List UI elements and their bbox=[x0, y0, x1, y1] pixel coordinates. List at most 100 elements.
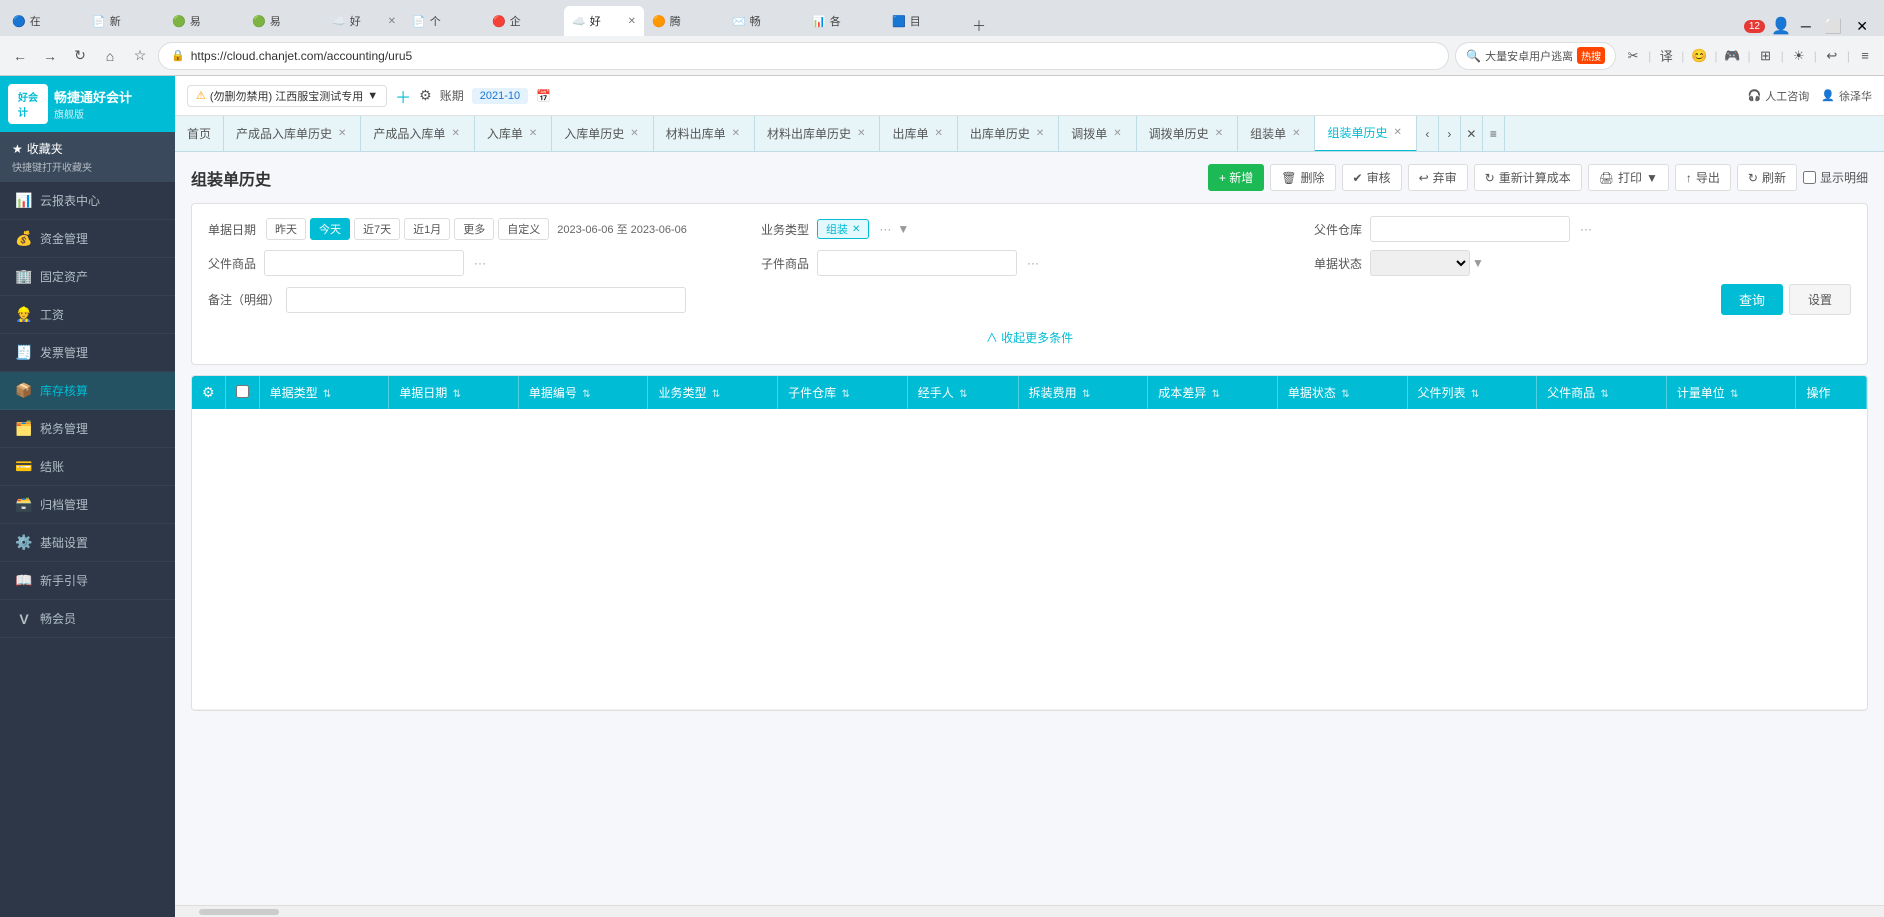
emoji-icon[interactable]: 😊 bbox=[1688, 45, 1710, 67]
biz-type-dropdown-arrow[interactable]: ▼ bbox=[897, 222, 909, 236]
translate-icon[interactable]: 译 bbox=[1655, 45, 1677, 67]
refresh-button[interactable]: ↻ 刷新 bbox=[1737, 164, 1797, 191]
th-disassembly-cost[interactable]: 拆装费用 ⇅ bbox=[1018, 376, 1148, 409]
browser-tab-9[interactable]: 🟠 腾 bbox=[644, 6, 724, 36]
set-button[interactable]: 设置 bbox=[1789, 284, 1851, 315]
grid-icon[interactable]: ⊞ bbox=[1755, 45, 1777, 67]
th-date-sort[interactable]: ⇅ bbox=[453, 389, 461, 400]
tab-outbound[interactable]: 出库单 ✕ bbox=[880, 116, 957, 152]
biz-type-tag-remove[interactable]: ✕ bbox=[852, 224, 860, 235]
select-all-checkbox[interactable] bbox=[236, 385, 249, 398]
undo-icon[interactable]: ↩ bbox=[1821, 45, 1843, 67]
address-bar[interactable]: 🔒 https://cloud.chanjet.com/accounting/u… bbox=[158, 42, 1449, 70]
th-parent-goods-sort[interactable]: ⇅ bbox=[1601, 389, 1609, 400]
bill-status-select[interactable] bbox=[1370, 250, 1470, 276]
tab-outbound-close[interactable]: ✕ bbox=[932, 127, 944, 140]
forward-button[interactable]: → bbox=[38, 44, 62, 68]
note-input[interactable] bbox=[286, 287, 686, 313]
gear-button[interactable]: ⚙ bbox=[202, 384, 215, 401]
query-button[interactable]: 查询 bbox=[1721, 284, 1783, 315]
tab-outbound-history[interactable]: 出库单历史 ✕ bbox=[958, 116, 1059, 152]
tab-assembly-history-close[interactable]: ✕ bbox=[1392, 126, 1404, 139]
parent-goods-dots[interactable]: ··· bbox=[474, 256, 486, 270]
tab-left-arrow[interactable]: ‹ bbox=[1417, 116, 1439, 152]
parent-warehouse-dots[interactable]: ··· bbox=[1580, 222, 1592, 236]
browser-tab-10[interactable]: ✉️ 畅 bbox=[724, 6, 804, 36]
th-unit-sort[interactable]: ⇅ bbox=[1730, 389, 1738, 400]
sidebar-item-guide[interactable]: 📖 新手引导 bbox=[0, 562, 175, 600]
sidebar-item-settings[interactable]: ⚙️ 基础设置 bbox=[0, 524, 175, 562]
export-button[interactable]: ↑ 导出 bbox=[1675, 164, 1731, 191]
th-handler-sort[interactable]: ⇅ bbox=[959, 389, 967, 400]
browser-tab-11[interactable]: 📊 各 bbox=[804, 6, 884, 36]
tab-inbound-close[interactable]: ✕ bbox=[527, 127, 539, 140]
biz-type-dots[interactable]: ··· bbox=[879, 222, 891, 236]
bookmark-button[interactable]: ☆ bbox=[128, 44, 152, 68]
tab5-close-icon[interactable]: ✕ bbox=[388, 16, 396, 27]
recalculate-button[interactable]: ↻ 重新计算成本 bbox=[1474, 164, 1582, 191]
date-btn-1month[interactable]: 近1月 bbox=[404, 218, 450, 240]
th-cost-diff[interactable]: 成本差异 ⇅ bbox=[1148, 376, 1278, 409]
back-button[interactable]: ← bbox=[8, 44, 32, 68]
menu-icon[interactable]: ≡ bbox=[1854, 45, 1876, 67]
th-biz-type-sort[interactable]: ⇅ bbox=[712, 389, 720, 400]
th-child-warehouse[interactable]: 子件仓库 ⇅ bbox=[778, 376, 908, 409]
delete-button[interactable]: 🗑 删除 bbox=[1270, 164, 1335, 191]
sidebar-item-inventory[interactable]: 📦 库存核算 bbox=[0, 372, 175, 410]
th-parent-goods[interactable]: 父件商品 ⇅ bbox=[1537, 376, 1667, 409]
sidebar-item-reports[interactable]: 📊 云报表中心 bbox=[0, 182, 175, 220]
th-parent-list-sort[interactable]: ⇅ bbox=[1471, 389, 1479, 400]
horizontal-scrollbar[interactable] bbox=[175, 905, 1884, 917]
parent-warehouse-input[interactable] bbox=[1370, 216, 1570, 242]
sidebar-favorites[interactable]: ★ 收藏夹 快捷键打开收藏夹 bbox=[0, 132, 175, 182]
th-disassembly-cost-sort[interactable]: ⇅ bbox=[1082, 389, 1090, 400]
sidebar-item-salary[interactable]: 👷 工资 bbox=[0, 296, 175, 334]
sidebar-item-vip[interactable]: V 畅会员 bbox=[0, 600, 175, 638]
browser-tab-6[interactable]: 📄 个 bbox=[404, 6, 484, 36]
th-child-warehouse-sort[interactable]: ⇅ bbox=[841, 389, 849, 400]
th-parent-list[interactable]: 父件列表 ⇅ bbox=[1407, 376, 1537, 409]
tab-inbound-history-close[interactable]: ✕ bbox=[628, 127, 640, 140]
tab8-close-icon[interactable]: ✕ bbox=[628, 16, 636, 27]
th-checkbox[interactable] bbox=[225, 376, 259, 409]
tab-finished-goods-close[interactable]: ✕ bbox=[449, 127, 461, 140]
game-icon[interactable]: 🎮 bbox=[1722, 45, 1744, 67]
tab-menu[interactable]: ≡ bbox=[1483, 116, 1505, 152]
th-gear[interactable]: ⚙ bbox=[192, 376, 225, 409]
th-handler[interactable]: 经手人 ⇅ bbox=[907, 376, 1018, 409]
show-detail-checkbox[interactable]: 显示明细 bbox=[1803, 169, 1868, 186]
tab-transfer-history[interactable]: 调拨单历史 ✕ bbox=[1137, 116, 1238, 152]
tab-material-outbound-history[interactable]: 材料出库单历史 ✕ bbox=[755, 116, 880, 152]
new-tab-button[interactable]: ＋ bbox=[972, 16, 986, 36]
tab-finished-goods[interactable]: 产成品入库单 ✕ bbox=[361, 116, 474, 152]
parent-goods-input[interactable] bbox=[264, 250, 464, 276]
date-btn-today[interactable]: 今天 bbox=[310, 218, 350, 240]
tab-inbound-history[interactable]: 入库单历史 ✕ bbox=[552, 116, 653, 152]
maximize-icon[interactable]: ⬜ bbox=[1821, 18, 1846, 35]
th-number[interactable]: 单据编号 ⇅ bbox=[518, 376, 648, 409]
sidebar-item-archive[interactable]: 🗃️ 归档管理 bbox=[0, 486, 175, 524]
add-button-action[interactable]: + 新增 bbox=[1208, 164, 1264, 191]
tab-outbound-history-close[interactable]: ✕ bbox=[1034, 127, 1046, 140]
audit-button[interactable]: ✔ 审核 bbox=[1342, 164, 1402, 191]
browser-tab-12[interactable]: 🟦 目 bbox=[884, 6, 964, 36]
sidebar-item-invoice[interactable]: 🧾 发票管理 bbox=[0, 334, 175, 372]
th-bill-status-sort[interactable]: ⇅ bbox=[1341, 389, 1349, 400]
date-btn-yesterday[interactable]: 昨天 bbox=[266, 218, 306, 240]
tab-finished-goods-history[interactable]: 产成品入库单历史 ✕ bbox=[224, 116, 361, 152]
close-browser-icon[interactable]: ✕ bbox=[1852, 18, 1872, 35]
print-button[interactable]: 🖨 打印 ▼ bbox=[1588, 164, 1669, 191]
company-selector[interactable]: ⚠ (勿删勿禁用) 江西服宝测试专用 ▼ bbox=[187, 85, 387, 107]
minimize-icon[interactable]: ─ bbox=[1797, 18, 1815, 34]
home-button[interactable]: ⌂ bbox=[98, 44, 122, 68]
browser-tab-7[interactable]: 🔴 企 bbox=[484, 6, 564, 36]
browser-tab-5[interactable]: ☁️ 好 ✕ bbox=[324, 6, 404, 36]
th-bill-status[interactable]: 单据状态 ⇅ bbox=[1277, 376, 1407, 409]
browser-tab-3[interactable]: 🟢 易 bbox=[164, 6, 244, 36]
th-date[interactable]: 单据日期 ⇅ bbox=[389, 376, 519, 409]
profile-icon[interactable]: 👤 bbox=[1771, 16, 1791, 36]
th-biz-type[interactable]: 业务类型 ⇅ bbox=[648, 376, 778, 409]
scrollbar-thumb[interactable] bbox=[199, 909, 279, 915]
refresh-browser-button[interactable]: ↻ bbox=[68, 44, 92, 68]
child-goods-input[interactable] bbox=[817, 250, 1017, 276]
